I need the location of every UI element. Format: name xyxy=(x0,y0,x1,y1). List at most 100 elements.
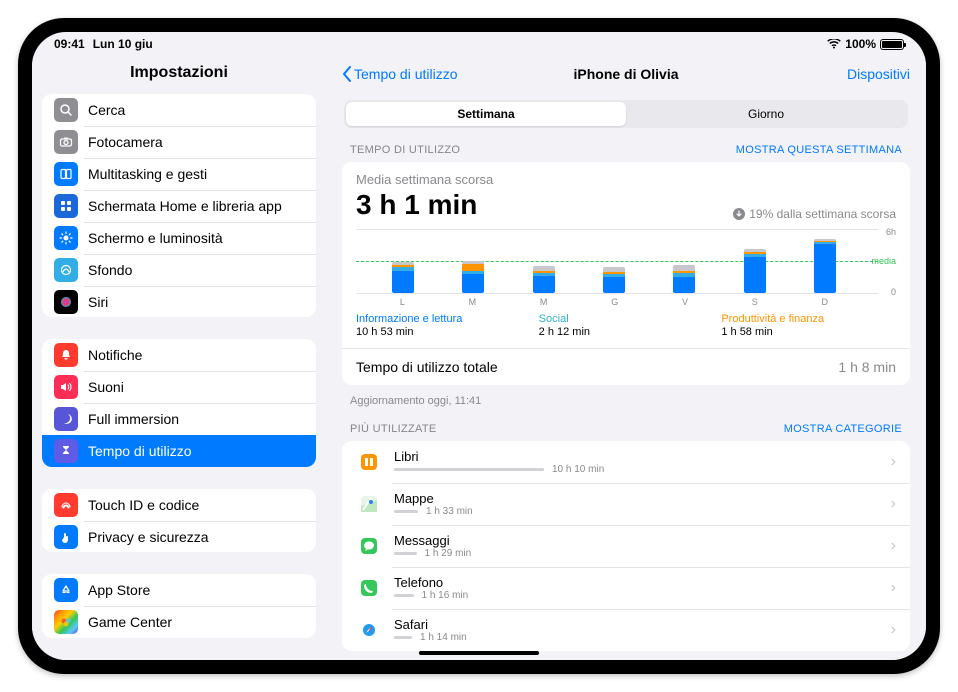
y-bot-label: 0 xyxy=(891,287,896,297)
app-icon xyxy=(356,617,382,643)
sidebar-item-sfondo[interactable]: Sfondo xyxy=(42,254,316,286)
chart-bar xyxy=(533,266,555,293)
camera-icon xyxy=(54,130,78,154)
sidebar-item-label: Tempo di utilizzo xyxy=(88,443,192,459)
sidebar-item-schermo-e-luminosit-[interactable]: Schermo e luminosità xyxy=(42,222,316,254)
day-label: D xyxy=(822,297,829,307)
device-frame: 09:41 Lun 10 giu 100% Impostazioni Cerca… xyxy=(18,18,940,674)
chart-bar xyxy=(744,249,766,293)
sidebar-item-game-center[interactable]: Game Center xyxy=(42,606,316,638)
media-label: media xyxy=(871,256,896,266)
segment-week[interactable]: Settimana xyxy=(346,102,626,126)
nav-devices-button[interactable]: Dispositivi xyxy=(847,66,910,82)
moon-icon xyxy=(54,407,78,431)
app-name: Telefono xyxy=(394,575,891,590)
gamecenter-icon xyxy=(54,610,78,634)
usage-total: 3 h 1 min xyxy=(356,189,493,221)
sidebar-item-siri[interactable]: Siri xyxy=(42,286,316,317)
most-used-header: PIÙ UTILIZZATE xyxy=(350,423,437,435)
app-usage-bar xyxy=(394,468,544,471)
app-row[interactable]: Libri10 h 10 min› xyxy=(342,441,910,483)
sidebar-item-label: Schermata Home e libreria app xyxy=(88,198,282,214)
app-usage-bar xyxy=(394,636,412,639)
sidebar-item-multitasking-e-gesti[interactable]: Multitasking e gesti xyxy=(42,158,316,190)
chart-bar xyxy=(603,267,625,293)
chart-bar xyxy=(673,265,695,293)
usage-trend-text: 19% dalla settimana scorsa xyxy=(749,207,896,221)
total-usage-value: 1 h 8 min xyxy=(838,359,896,375)
segmented-control[interactable]: Settimana Giorno xyxy=(344,100,908,128)
app-icon xyxy=(356,449,382,475)
sidebar-item-label: Full immersion xyxy=(88,411,179,427)
battery-percent: 100% xyxy=(845,37,876,51)
chart-bar xyxy=(814,239,836,293)
category-name: Social xyxy=(539,313,714,325)
wifi-icon xyxy=(827,39,841,49)
sidebar-item-fotocamera[interactable]: Fotocamera xyxy=(42,126,316,158)
sidebar-group-privacy: Touch ID e codice Privacy e sicurezza xyxy=(42,489,316,553)
sidebar-item-label: Notifiche xyxy=(88,347,142,363)
category-summary: Informazione e lettura10 h 53 min xyxy=(356,313,531,338)
app-duration: 1 h 14 min xyxy=(420,632,467,643)
appstore-icon xyxy=(54,578,78,602)
sidebar-item-touch-id-e-codice[interactable]: Touch ID e codice xyxy=(42,489,316,521)
segment-day[interactable]: Giorno xyxy=(626,102,906,126)
home-icon xyxy=(54,194,78,218)
sidebar-group-general: Cerca Fotocamera Multitasking e gesti Scher… xyxy=(42,94,316,317)
usage-trend: 19% dalla settimana scorsa xyxy=(733,207,896,221)
sidebar-group-store: App Store Game Center xyxy=(42,574,316,638)
show-categories-link[interactable]: MOSTRA CATEGORIE xyxy=(784,423,902,435)
sidebar-item-label: App Store xyxy=(88,582,150,598)
chevron-right-icon: › xyxy=(891,537,896,555)
app-row[interactable]: Mappe1 h 33 min› xyxy=(342,483,910,525)
sidebar-title: Impostazioni xyxy=(32,56,326,94)
app-icon xyxy=(356,491,382,517)
bell-icon xyxy=(54,343,78,367)
chart-bar xyxy=(462,261,484,293)
hand-icon xyxy=(54,525,78,549)
screen: 09:41 Lun 10 giu 100% Impostazioni Cerca… xyxy=(32,32,926,660)
sidebar-item-cerca[interactable]: Cerca xyxy=(42,94,316,126)
app-row[interactable]: Safari1 h 14 min› xyxy=(342,609,910,651)
usage-section-header: TEMPO DI UTILIZZO xyxy=(350,144,460,156)
category-time: 1 h 58 min xyxy=(721,326,896,338)
category-summary: Social2 h 12 min xyxy=(539,313,714,338)
day-label: M xyxy=(540,297,548,307)
app-usage-bar xyxy=(394,552,417,555)
sidebar-item-label: Multitasking e gesti xyxy=(88,166,207,182)
sidebar-item-label: Game Center xyxy=(88,614,172,630)
sidebar-item-full-immersion[interactable]: Full immersion xyxy=(42,403,316,435)
sidebar-item-privacy-e-sicurezza[interactable]: Privacy e sicurezza xyxy=(42,521,316,553)
chart-bar xyxy=(392,262,414,293)
sidebar-item-schermata-home-e-libreria-app[interactable]: Schermata Home e libreria app xyxy=(42,190,316,222)
chevron-right-icon: › xyxy=(891,495,896,513)
sidebar-item-label: Cerca xyxy=(88,102,125,118)
app-row[interactable]: Telefono1 h 16 min › xyxy=(342,567,910,609)
sidebar-item-suoni[interactable]: Suoni xyxy=(42,371,316,403)
sidebar-item-tempo-di-utilizzo[interactable]: Tempo di utilizzo xyxy=(42,435,316,466)
chevron-right-icon: › xyxy=(891,621,896,639)
show-this-week-link[interactable]: MOSTRA QUESTA SETTIMANA xyxy=(736,144,902,156)
sidebar-item-label: Touch ID e codice xyxy=(88,497,199,513)
usage-subtitle: Media settimana scorsa xyxy=(356,172,493,187)
sidebar-item-label: Sfondo xyxy=(88,262,132,278)
home-indicator[interactable] xyxy=(419,651,539,655)
sidebar-item-label: Siri xyxy=(88,294,108,310)
day-label: L xyxy=(400,297,405,307)
category-name: Produttività e finanza xyxy=(721,313,896,325)
total-usage-label: Tempo di utilizzo totale xyxy=(356,359,498,375)
chevron-right-icon: › xyxy=(891,579,896,597)
most-used-list: Libri10 h 10 min›Mappe1 h 33 min›Messagg… xyxy=(342,441,910,651)
app-duration: 10 h 10 min xyxy=(552,464,604,475)
battery-icon xyxy=(880,39,904,50)
usage-chart: 6h media 0 LMMGVSD xyxy=(356,229,896,307)
app-icon xyxy=(356,533,382,559)
app-row[interactable]: Messaggi1 h 29 min› xyxy=(342,525,910,567)
arrow-down-icon xyxy=(733,208,745,220)
sidebar-item-label: Schermo e luminosità xyxy=(88,230,223,246)
sidebar-item-label: Privacy e sicurezza xyxy=(88,529,209,545)
sidebar-item-app-store[interactable]: App Store xyxy=(42,574,316,606)
nav-back-button[interactable]: Tempo di utilizzo xyxy=(342,66,458,82)
app-duration: 1 h 16 min xyxy=(422,590,469,601)
sidebar-item-notifiche[interactable]: Notifiche xyxy=(42,339,316,371)
